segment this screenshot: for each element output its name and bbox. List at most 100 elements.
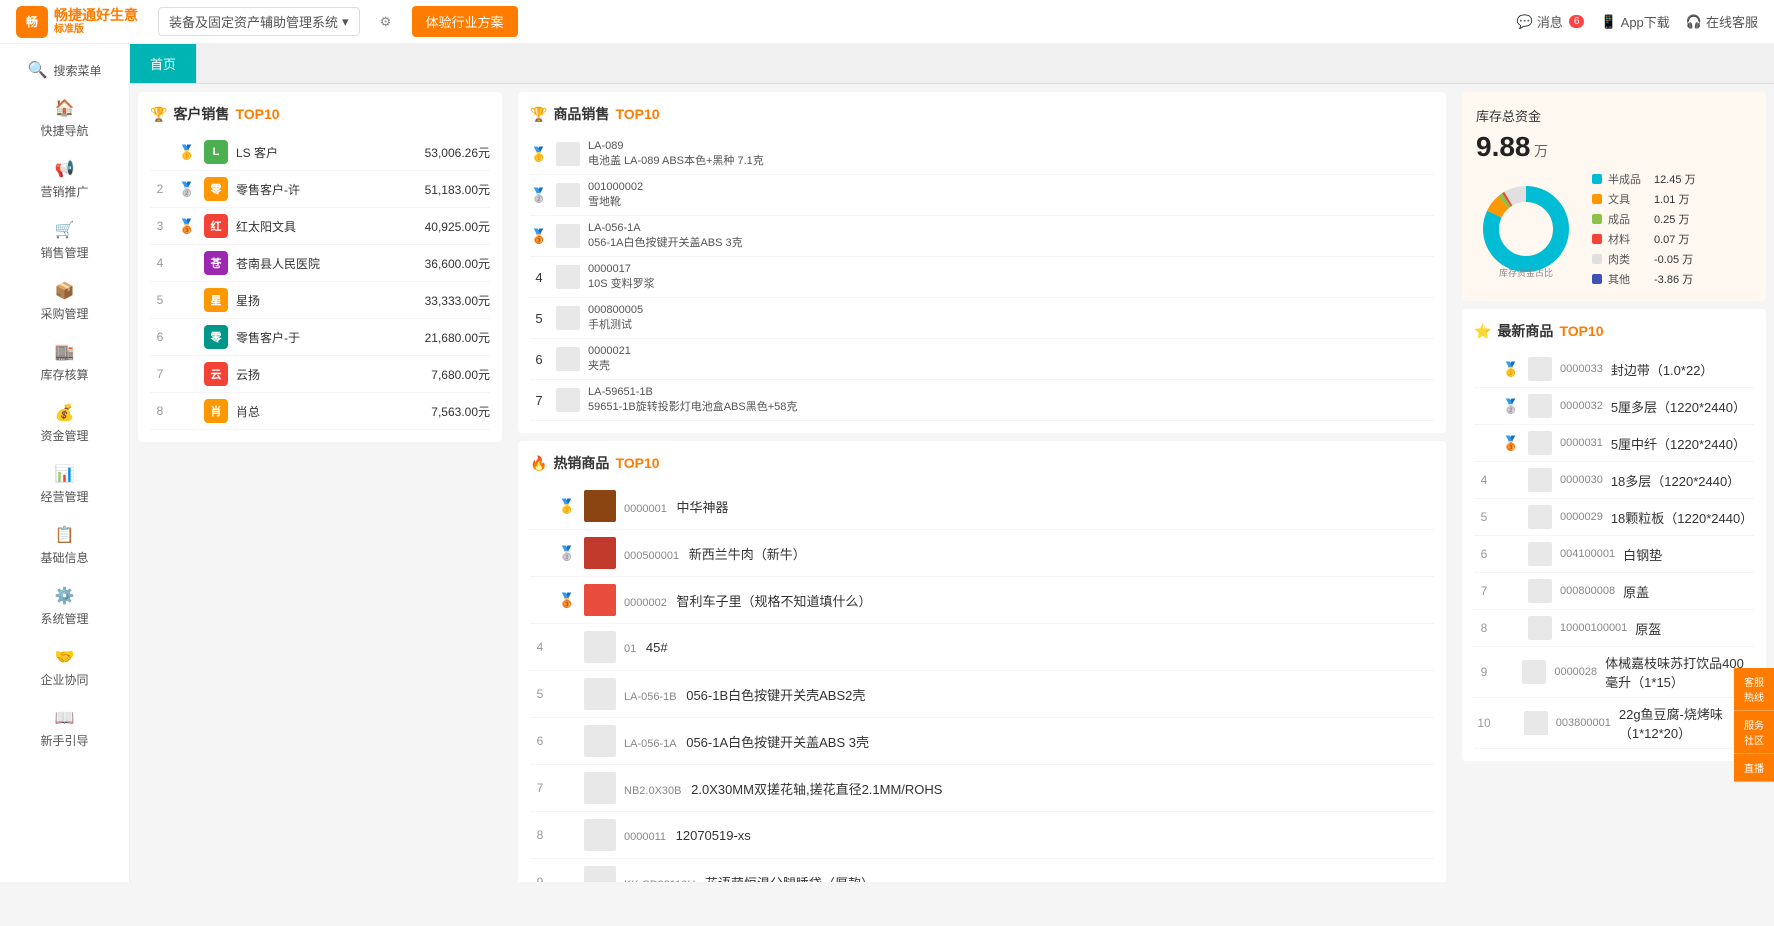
medal-bronze-icon xyxy=(178,217,196,235)
legend-item: 成品 0.25 万 xyxy=(1592,211,1696,227)
sidebar-marketing-label: 营销推广 xyxy=(40,183,88,200)
hot-product-item: 6 LA-056-1A 056-1A白色按键开关盖ABS 3壳 xyxy=(530,718,1434,765)
book-icon: 📖 xyxy=(55,708,75,728)
latest-name: 原盔 xyxy=(1635,619,1661,638)
mobile-icon: 📱 xyxy=(1600,14,1616,30)
content-area: 🏆 客户销售 TOP10 L LS 客户 53,006.26元 xyxy=(130,84,1774,882)
product-img xyxy=(556,142,580,166)
latest-rank: 5 xyxy=(1474,510,1494,524)
trophy-icon-2: 🏆 xyxy=(530,106,547,123)
product-rank-item: 6 0000021 夹壳 xyxy=(530,339,1434,380)
rank-no-medal xyxy=(558,873,576,882)
service-community-btn[interactable]: 服务社区 xyxy=(1734,711,1774,754)
legend-name: 文具 xyxy=(1608,191,1648,207)
sidebar-finance-label: 资金管理 xyxy=(40,427,88,444)
hot-product-name: 2.0X30MM双搓花轴,搓花直径2.1MM/ROHS xyxy=(691,782,942,797)
hot-rank-num: 5 xyxy=(530,687,550,701)
legend-value: 0.25 万 xyxy=(1654,211,1689,227)
medal-silver-icon xyxy=(178,180,196,198)
sidebar-item-quick[interactable]: 🏠 快捷导航 xyxy=(0,88,129,149)
product-img xyxy=(556,265,580,289)
hot-product-placeholder xyxy=(584,678,616,710)
float-bar: 客服热线 服务社区 直播 xyxy=(1734,668,1774,782)
settings-icon[interactable]: ⚙ xyxy=(372,8,400,36)
tab-home[interactable]: 首页 xyxy=(130,44,197,83)
product-code: 000800005 xyxy=(588,304,1434,316)
hot-product-name: 新西兰牛肉（新牛） xyxy=(689,547,806,562)
customer-rank-item: 8 肖 肖总 7,563.00元 xyxy=(150,393,490,430)
logo-name: 畅捷通好生意 xyxy=(54,7,138,24)
medal-icon xyxy=(1502,360,1520,378)
rank-value: 7,563.00元 xyxy=(431,403,490,420)
sidebar-item-purchase[interactable]: 📦 采购管理 xyxy=(0,271,129,332)
hot-product-name: 花语萌恒温分腿睡袋（厚款） xyxy=(705,876,874,883)
message-badge: 6 xyxy=(1569,15,1585,28)
sidebar-item-inventory[interactable]: 🏬 库存核算 xyxy=(0,332,129,393)
latest-name: 5厘多层（1220*2440） xyxy=(1611,397,1746,416)
hot-product-code: 01 xyxy=(624,643,636,655)
inventory-amount-row: 9.88 万 xyxy=(1476,131,1752,163)
latest-product-img xyxy=(1524,711,1548,735)
medal-icon xyxy=(558,591,576,609)
left-panel: 🏆 客户销售 TOP10 L LS 客户 53,006.26元 xyxy=(130,84,510,882)
latest-products-list: 0000033 封边带（1.0*22） 0000032 5厘多层（1220*24… xyxy=(1474,351,1754,749)
donut-chart: 库存资金占比 xyxy=(1476,179,1576,279)
sidebar-item-system[interactable]: ⚙️ 系统管理 xyxy=(0,576,129,637)
product-img xyxy=(556,183,580,207)
online-service-btn[interactable]: 🎧 在线客服 xyxy=(1686,12,1758,31)
latest-product-img xyxy=(1528,579,1552,603)
latest-code: 0000032 xyxy=(1560,400,1603,412)
sidebar-item-operations[interactable]: 📊 经营管理 xyxy=(0,454,129,515)
customer-rank-item: 2 零 零售客户-许 51,183.00元 xyxy=(150,171,490,208)
product-ranking-card: 🏆 商品销售 TOP10 LA-089 电池盖 LA-089 ABS本色+黑种 … xyxy=(518,92,1446,433)
hot-product-code: NB2.0X30B xyxy=(624,785,681,797)
product-code: LA-056-1A xyxy=(588,222,1434,234)
trial-button[interactable]: 体验行业方案 xyxy=(412,6,518,37)
customer-service-btn[interactable]: 客服热线 xyxy=(1734,668,1774,711)
legend-value: 0.07 万 xyxy=(1654,231,1689,247)
hot-rank-num: 9 xyxy=(530,875,550,882)
sidebar-item-finance[interactable]: 💰 资金管理 xyxy=(0,393,129,454)
latest-item: 10 003800001 22g鱼豆腐-烧烤味（1*12*20） xyxy=(1474,698,1754,749)
sidebar-item-enterprise[interactable]: 🤝 企业协同 xyxy=(0,637,129,698)
latest-code: 003800001 xyxy=(1556,717,1611,729)
latest-product-img xyxy=(1528,431,1552,455)
latest-code: 0000028 xyxy=(1554,666,1597,678)
messages-btn[interactable]: 💬 消息 6 xyxy=(1517,12,1585,31)
product-img xyxy=(556,224,580,248)
money-icon: 💰 xyxy=(55,403,75,423)
legend-color xyxy=(1592,214,1602,224)
hot-product-details: KK-SD22110H 花语萌恒温分腿睡袋（厚款） xyxy=(624,873,874,883)
hot-product-item: 9 KK-SD22110H 花语萌恒温分腿睡袋（厚款） xyxy=(530,859,1434,882)
customer-ranking-title: 🏆 客户销售 TOP10 xyxy=(150,104,490,124)
live-stream-btn[interactable]: 直播 xyxy=(1734,754,1774,782)
app-download-btn[interactable]: 📱 App下载 xyxy=(1600,12,1669,31)
rank-avatar: L xyxy=(204,140,228,164)
sidebar-item-search[interactable]: 🔍 搜索菜单 xyxy=(0,52,129,88)
legend-item: 其他 -3.86 万 xyxy=(1592,271,1696,287)
sidebar-item-guide[interactable]: 📖 新手引导 xyxy=(0,698,129,759)
latest-product-img xyxy=(1528,357,1552,381)
sidebar-inventory-label: 库存核算 xyxy=(40,366,88,383)
product-rank-list: LA-089 电池盖 LA-089 ABS本色+黑种 7.1克 00100000… xyxy=(530,134,1434,421)
rank-num: 3 xyxy=(150,219,170,233)
system-select[interactable]: 装备及固定资产辅助管理系统 ▾ xyxy=(158,7,360,36)
hot-product-details: 0000011 12070519-xs xyxy=(624,828,751,843)
sidebar-item-sales[interactable]: 🛒 销售管理 xyxy=(0,210,129,271)
hot-products-list: 0000001 中华神器 000500001 新西兰牛肉（新牛） xyxy=(530,483,1434,882)
hot-product-details: LA-056-1B 056-1B白色按键开关壳ABS2壳 xyxy=(624,685,865,704)
rank-customer-name: 红太阳文具 xyxy=(236,218,417,235)
customer-rank-item: 3 红 红太阳文具 40,925.00元 xyxy=(150,208,490,245)
sidebar-operations-label: 经营管理 xyxy=(40,488,88,505)
rank-value: 7,680.00元 xyxy=(431,366,490,383)
product-code: LA-089 xyxy=(588,140,1434,152)
latest-item: 9 0000028 体械嘉枝味苏打饮品400毫升（1*15） xyxy=(1474,647,1754,698)
sidebar-item-marketing[interactable]: 📢 营销推广 xyxy=(0,149,129,210)
rank-customer-name: 星扬 xyxy=(236,292,417,309)
hot-rank-num: 8 xyxy=(530,828,550,842)
customer-rank-item: 7 云 云扬 7,680.00元 xyxy=(150,356,490,393)
product-rank-item: 001000002 雪地靴 xyxy=(530,175,1434,216)
medal-bronze-icon xyxy=(530,227,548,245)
sidebar-item-basic[interactable]: 📋 基础信息 xyxy=(0,515,129,576)
trophy-icon: 🏆 xyxy=(150,106,167,123)
